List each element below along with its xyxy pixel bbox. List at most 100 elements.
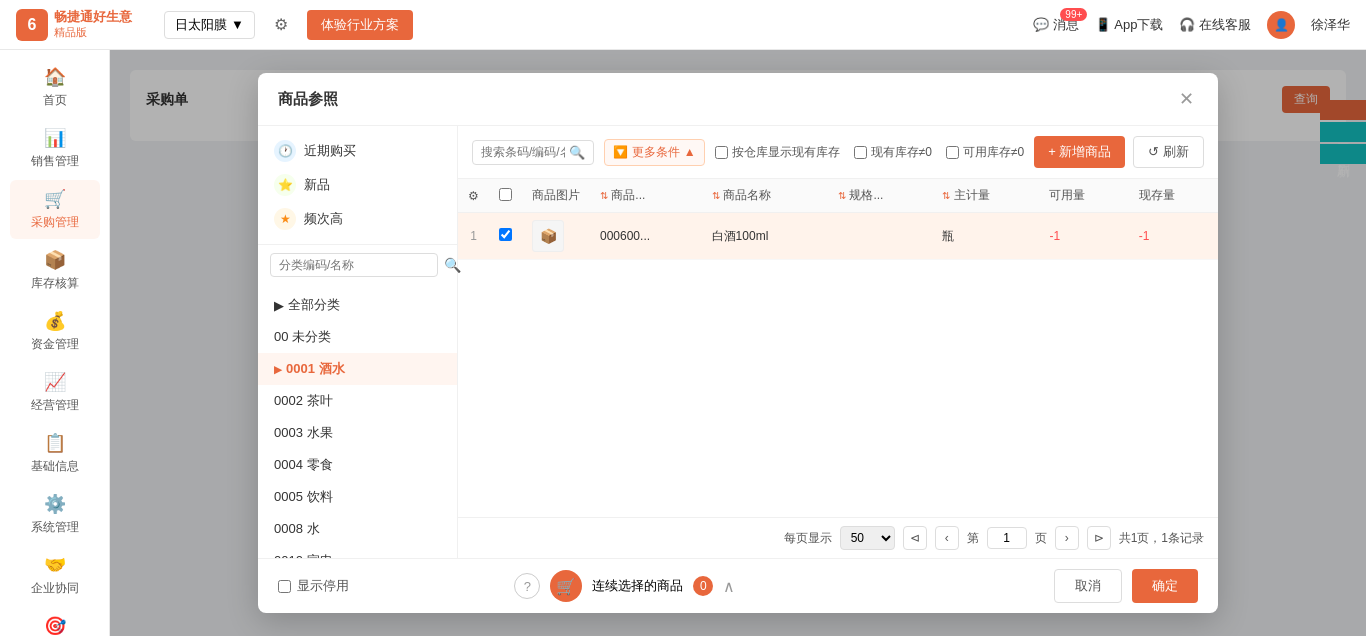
- footer-center: ? 🛒 连续选择的商品 0 ∧: [514, 570, 735, 602]
- prev-page-btn[interactable]: ‹: [935, 526, 959, 550]
- sidebar-item-system[interactable]: ⚙️ 系统管理: [10, 485, 100, 544]
- cat-item-liquor[interactable]: ▶ 0001 酒水: [258, 353, 457, 385]
- product-search-field[interactable]: 🔍: [472, 140, 594, 165]
- toolbar-right: + 新增商品 ↺ 刷新: [1034, 136, 1204, 168]
- sidebar-item-home[interactable]: 🏠 首页: [10, 58, 100, 117]
- selected-count-badge: 0: [693, 576, 713, 596]
- cancel-button[interactable]: 取消: [1054, 569, 1122, 603]
- sidebar-item-finance[interactable]: 💰 资金管理: [10, 302, 100, 361]
- confirm-button[interactable]: 确定: [1132, 569, 1198, 603]
- notification-area[interactable]: 💬 99+ 消息: [1033, 16, 1079, 34]
- row-checkbox-cell[interactable]: [489, 213, 522, 260]
- store-selector[interactable]: 日太阳膜 ▼: [164, 11, 255, 39]
- next-page-btn[interactable]: ›: [1055, 526, 1079, 550]
- cat-item-tea[interactable]: 0002 茶叶: [258, 385, 457, 417]
- check-by-warehouse[interactable]: 按仓库显示现有库存: [715, 144, 840, 161]
- row-checkbox[interactable]: [499, 228, 512, 241]
- more-filters-button[interactable]: 🔽 更多条件 ▲: [604, 139, 705, 166]
- page-size-select[interactable]: 50 20 100: [840, 526, 895, 550]
- cart-label: 连续选择的商品: [592, 577, 683, 595]
- page-input[interactable]: [987, 527, 1027, 549]
- frequent-icon: ★: [274, 208, 296, 230]
- row-num: 1: [458, 213, 489, 260]
- product-reference-modal: 商品参照 ✕ 🕐 近期购买 ⭐ 新: [258, 73, 1218, 613]
- col-unit[interactable]: ⇅ 主计量: [932, 179, 1039, 213]
- check-available-input[interactable]: [946, 146, 959, 159]
- category-search-input[interactable]: [270, 253, 438, 277]
- check-available-nonzero[interactable]: 可用库存≠0: [946, 144, 1024, 161]
- show-disabled-area: 显示停用: [278, 577, 349, 595]
- sort-icon-unit: ⇅: [942, 190, 950, 201]
- logo-area: 6 畅捷通好生意 精品版: [16, 9, 132, 41]
- last-page-btn[interactable]: ⊳: [1087, 526, 1111, 550]
- first-page-btn[interactable]: ⊲: [903, 526, 927, 550]
- sidebar-item-basic[interactable]: 📋 基础信息: [10, 424, 100, 483]
- modal-close-button[interactable]: ✕: [1174, 87, 1198, 111]
- sales-icon: 📊: [44, 127, 66, 149]
- help-icon[interactable]: ?: [514, 573, 540, 599]
- product-table-wrapper: ⚙ 商品图片 ⇅ 商品... ⇅: [458, 179, 1218, 517]
- row-name: 白酒100ml: [702, 213, 828, 260]
- row-image-cell: 📦: [522, 213, 590, 260]
- app-download[interactable]: 📱 App下载: [1095, 16, 1163, 34]
- phone-icon: 📱: [1095, 17, 1111, 32]
- sidebar-item-sales[interactable]: 📊 销售管理: [10, 119, 100, 178]
- check-by-warehouse-input[interactable]: [715, 146, 728, 159]
- toolbar: 🔍 🔽 更多条件 ▲ 按仓库显示现有库存: [458, 126, 1218, 179]
- col-code[interactable]: ⇅ 商品...: [590, 179, 702, 213]
- product-search-input[interactable]: [481, 145, 565, 159]
- add-product-button[interactable]: + 新增商品: [1034, 136, 1125, 168]
- col-settings[interactable]: ⚙: [458, 179, 489, 213]
- sidebar-item-operation[interactable]: 📈 经营管理: [10, 363, 100, 422]
- cat-item-appliance[interactable]: 0010 家电: [258, 545, 457, 558]
- cat-item-all[interactable]: ▶ 全部分类: [258, 289, 457, 321]
- modal-title: 商品参照: [278, 90, 1174, 109]
- operation-icon: 📈: [44, 371, 66, 393]
- show-disabled-checkbox[interactable]: [278, 580, 291, 593]
- left-panel: 🕐 近期购买 ⭐ 新品 ★ 频次高: [258, 126, 458, 558]
- check-stock-input[interactable]: [854, 146, 867, 159]
- page-unit-label: 页: [1035, 530, 1047, 547]
- top-nav-right: 💬 99+ 消息 📱 App下载 🎧 在线客服 👤 徐泽华: [1033, 11, 1350, 39]
- sidebar-item-guide[interactable]: 🎯 新手引导: [10, 607, 100, 636]
- col-available[interactable]: 可用量: [1039, 179, 1128, 213]
- modal-overlay: 商品参照 ✕ 🕐 近期购买 ⭐ 新: [110, 50, 1366, 636]
- sidebar-item-enterprise[interactable]: 🤝 企业协同: [10, 546, 100, 605]
- col-checkbox[interactable]: [489, 179, 522, 213]
- top-nav: 6 畅捷通好生意 精品版 日太阳膜 ▼ ⚙ 体验行业方案 💬 99+ 消息 📱 …: [0, 0, 1366, 50]
- trial-button[interactable]: 体验行业方案: [307, 10, 413, 40]
- col-name[interactable]: ⇅ 商品名称: [702, 179, 828, 213]
- main-content: 采购单 查询 查询 设置 刷新 商品参照 ✕: [110, 50, 1366, 636]
- check-stock-nonzero[interactable]: 现有库存≠0: [854, 144, 932, 161]
- col-stock[interactable]: 现存量: [1129, 179, 1218, 213]
- product-search-icon[interactable]: 🔍: [569, 145, 585, 160]
- page-label: 第: [967, 530, 979, 547]
- cat-item-snack[interactable]: 0004 零食: [258, 449, 457, 481]
- quick-link-frequent[interactable]: ★ 频次高: [258, 202, 457, 236]
- quick-link-recent[interactable]: 🕐 近期购买: [258, 134, 457, 168]
- main-layout: 🏠 首页 📊 销售管理 🛒 采购管理 📦 库存核算 💰 资金管理 📈 经营管理 …: [0, 50, 1366, 636]
- online-service[interactable]: 🎧 在线客服: [1179, 16, 1251, 34]
- table-header-row: ⚙ 商品图片 ⇅ 商品... ⇅: [458, 179, 1218, 213]
- sidebar-item-inventory[interactable]: 📦 库存核算: [10, 241, 100, 300]
- user-avatar[interactable]: 👤: [1267, 11, 1295, 39]
- product-img-icon: 📦: [540, 228, 557, 244]
- settings-icon[interactable]: ⚙: [267, 11, 295, 39]
- cart-icon[interactable]: 🛒: [550, 570, 582, 602]
- username: 徐泽华: [1311, 16, 1350, 34]
- modal-body: 🕐 近期购买 ⭐ 新品 ★ 频次高: [258, 126, 1218, 558]
- quick-link-new[interactable]: ⭐ 新品: [258, 168, 457, 202]
- table-row[interactable]: 1 📦: [458, 213, 1218, 260]
- cat-item-fruit[interactable]: 0003 水果: [258, 417, 457, 449]
- recent-icon: 🕐: [274, 140, 296, 162]
- cat-item-water[interactable]: 0008 水: [258, 513, 457, 545]
- row-spec: [828, 213, 932, 260]
- col-image: 商品图片: [522, 179, 590, 213]
- collapse-footer-icon[interactable]: ∧: [723, 577, 735, 596]
- col-spec[interactable]: ⇅ 规格...: [828, 179, 932, 213]
- cat-item-drink[interactable]: 0005 饮料: [258, 481, 457, 513]
- select-all-checkbox[interactable]: [499, 188, 512, 201]
- refresh-button[interactable]: ↺ 刷新: [1133, 136, 1204, 168]
- sidebar-item-purchase[interactable]: 🛒 采购管理: [10, 180, 100, 239]
- cat-item-unclassified[interactable]: 00 未分类: [258, 321, 457, 353]
